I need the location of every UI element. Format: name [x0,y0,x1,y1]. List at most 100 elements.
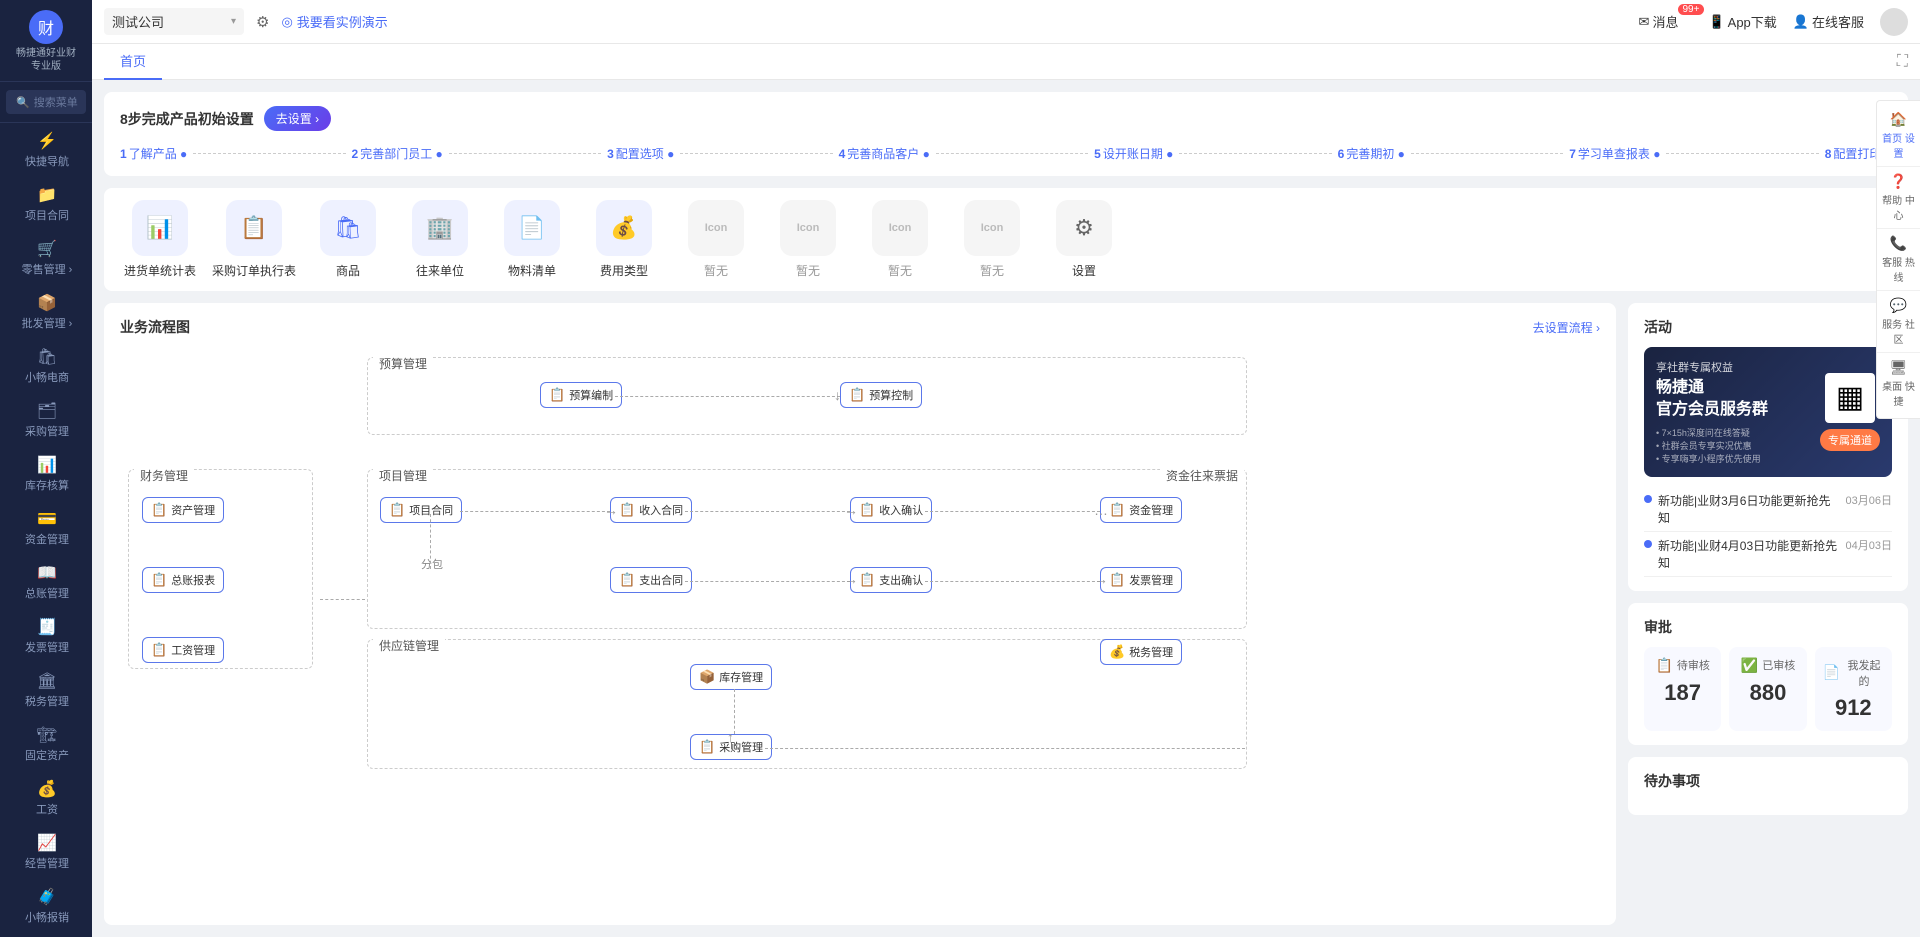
sidebar-item-2[interactable]: 🛒零售管理 › [16,231,77,285]
tab-home[interactable]: 首页 [104,44,162,80]
fc-node-project-contract[interactable]: 📋 项目合同 [380,497,462,523]
approval-stat-2[interactable]: 📄我发起的912 [1815,647,1892,731]
setup-step-0[interactable]: 1了解产品 ● [120,145,187,162]
quick-icon-box-4: 📄 [504,200,560,256]
fc-node-asset[interactable]: 📋 资产管理 [142,497,224,523]
quick-icon-3[interactable]: 🏢往来单位 [400,200,480,279]
sidebar-item-15[interactable]: ℹ基础信息 [16,933,77,937]
quick-icon-0[interactable]: 📊进货单统计表 [120,200,200,279]
fc-node-income-contract[interactable]: 📋 收入合同 [610,497,692,523]
fc-node-inventory-label: 库存管理 [719,669,763,685]
right-nav-item-2[interactable]: 📞客服 热线 [1877,229,1920,291]
step-dots-6 [1666,153,1818,154]
setup-step-1[interactable]: 2完善部门员工 ● [352,145,443,162]
right-nav-item-1[interactable]: ❓帮助 中心 [1877,167,1920,229]
sidebar-item-10[interactable]: 🏛税务管理 [16,663,77,717]
right-nav-item-3[interactable]: 💬服务 社区 [1877,291,1920,353]
fc-node-tax-label: 税务管理 [1129,644,1173,660]
fc-node-expense-contract[interactable]: 📋 支出合同 [610,567,692,593]
message-button[interactable]: ✉ 消息 99+ [1639,12,1693,31]
right-nav-item-0[interactable]: 🏠首页 设置 [1877,105,1920,167]
setup-step-4[interactable]: 5设开账日期 ● [1094,145,1173,162]
setup-step-5[interactable]: 6完善期初 ● [1338,145,1405,162]
quick-icon-9[interactable]: Icon暂无 [952,200,1032,279]
fc-node-capital[interactable]: 📋 资金管理 [1100,497,1182,523]
flowchart-link[interactable]: 去设置流程 › [1533,319,1600,336]
approval-stat-1[interactable]: ✅已审核880 [1729,647,1806,731]
activity-banner-text: 享社群专属权益 畅捷通官方会员服务群 • 7×15h深度问在线答疑• 社群会员专… [1656,359,1812,465]
fc-node-budget-control[interactable]: 📋 预算控制 [840,382,922,408]
asset-icon: 📋 [151,502,167,518]
sidebar-item-0[interactable]: ⚡快捷导航 [16,123,77,177]
fc-node-budget-plan-label: 预算编制 [569,387,613,403]
demo-link[interactable]: ◎ 我要看实例演示 [281,12,387,31]
quick-icon-7[interactable]: Icon暂无 [768,200,848,279]
topbar-right: ✉ 消息 99+ 📱 App下载 👤 在线客服 [1639,8,1908,36]
sidebar-item-11[interactable]: 🏗固定资产 [16,717,77,771]
topbar: 测试公司 ▾ ⚙ ◎ 我要看实例演示 ✉ 消息 99+ 📱 App下载 👤 在线… [92,0,1920,44]
setup-step-3[interactable]: 4完善商品客户 ● [839,145,930,162]
quick-icon-box-1: 📋 [226,200,282,256]
quick-icon-box-10: ⚙ [1056,200,1112,256]
fc-node-income-confirm[interactable]: 📋 收入确认 [850,497,932,523]
activity-item-0[interactable]: 新功能|业财3月6日功能更新抢先知03月06日 [1644,487,1892,532]
qr-code: ▦ [1825,373,1875,423]
quick-icon-10[interactable]: ⚙设置 [1044,200,1124,279]
company-name: 测试公司 [112,12,227,31]
arr2: → [844,502,858,518]
approval-stat-0[interactable]: 📋待审核187 [1644,647,1721,731]
gear-icon[interactable]: ⚙ [252,9,273,35]
quick-icon-6[interactable]: Icon暂无 [676,200,756,279]
demo-text: 我要看实例演示 [297,12,388,31]
setup-button[interactable]: 去设置 › [264,106,331,131]
setup-step-2[interactable]: 3配置选项 ● [607,145,674,162]
sidebar-item-9[interactable]: 🧾发票管理 [16,609,77,663]
fc-node-invoice[interactable]: 📋 发票管理 [1100,567,1182,593]
search-button[interactable]: 🔍 搜索菜单 [6,90,86,114]
activity-subtitle: 享社群专属权益 [1656,359,1812,375]
sidebar-item-13[interactable]: 📈经营管理 [16,825,77,879]
quick-icon-1[interactable]: 📋采购订单执行表 [212,200,296,279]
quick-access: 📊进货单统计表📋采购订单执行表🛍商品🏢往来单位📄物料清单💰费用类型Icon暂无I… [104,188,1908,291]
activity-item-1[interactable]: 新功能|业财4月03日功能更新抢先知04月03日 [1644,532,1892,577]
approval-stat-num-0: 187 [1652,680,1713,706]
fc-node-inventory[interactable]: 📦 库存管理 [690,664,772,690]
fc-node-tax[interactable]: 💰 税务管理 [1100,639,1182,665]
fc-node-purchase-label: 采购管理 [719,739,763,755]
quick-icon-2[interactable]: 🛍商品 [308,200,388,279]
online-service-button[interactable]: 👤 在线客服 [1793,12,1864,31]
setup-step-6[interactable]: 7学习单查报表 ● [1569,145,1660,162]
expand-icon[interactable]: ⛶ [1897,53,1908,71]
sidebar-item-4[interactable]: 🛍小畅电商 [16,339,77,393]
service-label: 在线客服 [1812,12,1864,31]
todo-panel: 待办事项 [1628,757,1908,815]
user-avatar[interactable] [1880,8,1908,36]
activity-date-0: 03月06日 [1846,492,1892,508]
sidebar-item-5[interactable]: 🗂采购管理 [16,393,77,447]
right-nav-item-4[interactable]: 🖥桌面 快捷 [1877,353,1920,414]
nav-icon-4: 🛍 [37,347,57,367]
sidebar-item-3[interactable]: 📦批发管理 › [16,285,77,339]
approval-stat-num-2: 912 [1823,695,1884,721]
fc-node-ledger[interactable]: 📋 总账报表 [142,567,224,593]
activity-btn[interactable]: 专属通道 [1820,429,1880,451]
sidebar-item-8[interactable]: 📖总账管理 [16,555,77,609]
sidebar-item-14[interactable]: 🧳小畅报销 [16,879,77,933]
fc-node-salary[interactable]: 📋 工资管理 [142,637,224,663]
quick-icon-8[interactable]: Icon暂无 [860,200,940,279]
quick-icon-5[interactable]: 💰费用类型 [584,200,664,279]
company-selector[interactable]: 测试公司 ▾ [104,8,244,35]
sidebar-item-12[interactable]: 💰工资 [16,771,77,825]
fc-node-expense-confirm[interactable]: 📋 支出确认 [850,567,932,593]
todo-title: 待办事项 [1644,771,1892,791]
sidebar-item-1[interactable]: 📁项目合同 [16,177,77,231]
fc-node-budget-plan[interactable]: 📋 预算编制 [540,382,622,408]
sidebar-item-6[interactable]: 📊库存核算 [16,447,77,501]
fc-node-invoice-label: 发票管理 [1129,572,1173,588]
app-download-button[interactable]: 📱 App下载 [1708,12,1776,31]
quick-icon-4[interactable]: 📄物料清单 [492,200,572,279]
sidebar-search-container[interactable]: 🔍 搜索菜单 [0,82,92,123]
sidebar-item-7[interactable]: 💳资金管理 [16,501,77,555]
approval-stat-label-1: ✅已审核 [1737,657,1798,674]
quick-icon-label-0: 进货单统计表 [124,262,196,279]
